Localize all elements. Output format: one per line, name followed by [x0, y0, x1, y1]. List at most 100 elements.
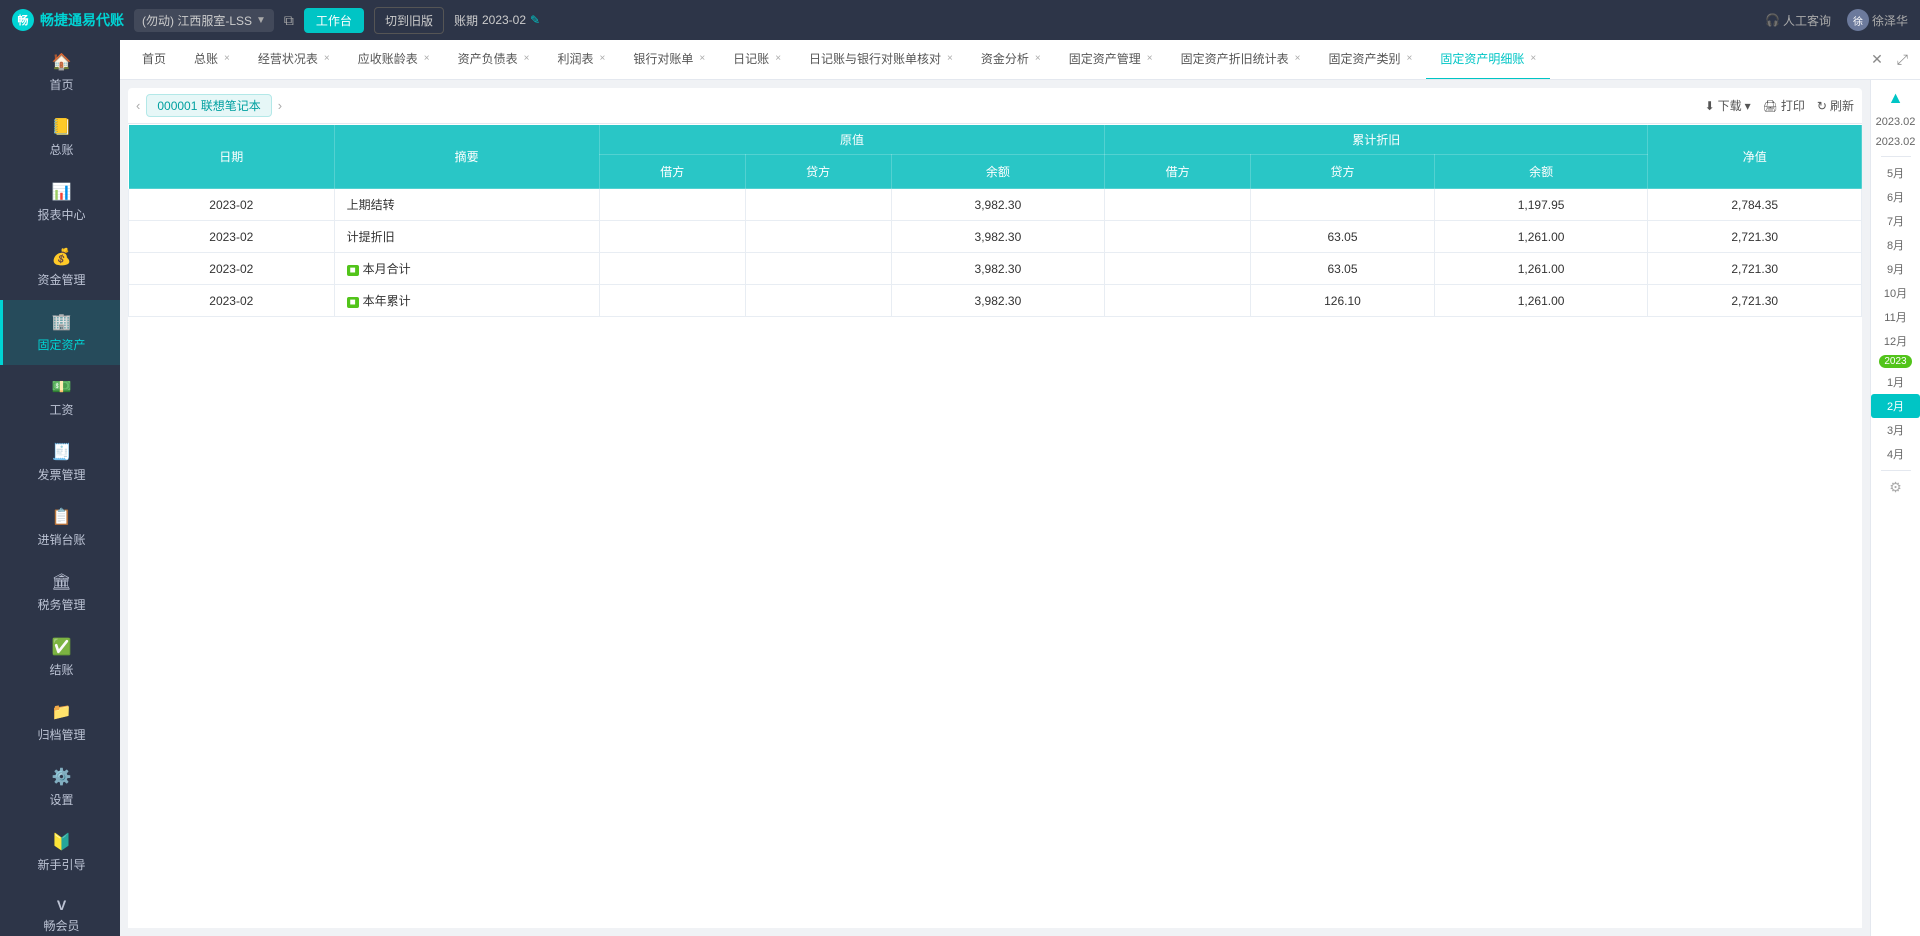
tab-fa-depreciation[interactable]: 固定资产折旧统计表 × — [1167, 40, 1315, 80]
company-selector[interactable]: (勿动) 江西服室-LSS ▼ — [134, 9, 274, 32]
table-row: 2023-02 计提折旧 3,982.30 63.05 1,261.00 2,7… — [129, 221, 1862, 253]
sidebar-item-closing[interactable]: ✅ 结账 — [0, 625, 120, 690]
content-area: 首页 总账 × 经营状况表 × 应收账龄表 × 资产负债表 × 利润表 × — [120, 40, 1920, 936]
month-10[interactable]: 10月 — [1871, 281, 1920, 305]
top-bar-right: 🎧 人工客询 徐 徐泽华 — [1765, 9, 1908, 31]
help-label: 人工客询 — [1783, 12, 1831, 29]
period-edit-icon[interactable]: ✎ — [530, 13, 540, 27]
sidebar-item-invoice[interactable]: 🧾 发票管理 — [0, 430, 120, 495]
print-button[interactable]: 🖨 打印 — [1763, 97, 1805, 114]
tab-balance-close[interactable]: × — [524, 53, 530, 64]
tab-reconcile[interactable]: 日记账与银行对账单核对 × — [795, 40, 967, 80]
month-11[interactable]: 11月 — [1871, 305, 1920, 329]
asset-tag[interactable]: 000001 联想笔记本 — [146, 94, 271, 117]
month-3[interactable]: 3月 — [1871, 418, 1920, 442]
month-9[interactable]: 9月 — [1871, 257, 1920, 281]
year-label-top[interactable]: 2023.02 — [1874, 112, 1918, 132]
tab-business[interactable]: 经营状况表 × — [244, 40, 344, 80]
sidebar-item-funds[interactable]: 💰 资金管理 — [0, 235, 120, 300]
tab-fa-cat-label: 固定资产类别 — [1328, 50, 1400, 67]
cell-accum-credit: 126.10 — [1251, 285, 1435, 317]
sidebar-item-ledger[interactable]: 📒 总账 — [0, 105, 120, 170]
table-container: 日期 摘要 原值 累计折旧 净值 借方 贷方 余额 借方 — [128, 124, 1862, 928]
month-2[interactable]: 2月 — [1871, 394, 1920, 418]
tab-maximize-icon[interactable]: ⤢ — [1893, 49, 1912, 70]
month-7[interactable]: 7月 — [1871, 209, 1920, 233]
month-6[interactable]: 6月 — [1871, 185, 1920, 209]
tab-close-icon[interactable]: ✕ — [1867, 49, 1887, 70]
sidebar-item-payroll[interactable]: 💵 工资 — [0, 365, 120, 430]
cell-accum-balance: 1,197.95 — [1434, 189, 1648, 221]
tab-bank-label: 银行对账单 — [633, 50, 693, 67]
tab-ledger-close[interactable]: × — [224, 53, 230, 64]
tab-business-close[interactable]: × — [324, 53, 330, 64]
month-5[interactable]: 5月 — [1871, 161, 1920, 185]
cell-net-value: 2,784.35 — [1648, 189, 1862, 221]
sidebar-item-settings[interactable]: ⚙️ 设置 — [0, 755, 120, 820]
tab-balance[interactable]: 资产负债表 × — [444, 40, 544, 80]
tab-ledger[interactable]: 总账 × — [180, 40, 244, 80]
tab-fa-cat-close[interactable]: × — [1406, 53, 1412, 64]
nav-prev-icon[interactable]: ‹ — [136, 98, 140, 113]
tab-journal-close[interactable]: × — [775, 53, 781, 64]
tab-fa-mgmt[interactable]: 固定资产管理 × — [1055, 40, 1167, 80]
tab-fa-mgmt-close[interactable]: × — [1147, 53, 1153, 64]
sidebar-item-reports[interactable]: 📊 报表中心 — [0, 170, 120, 235]
download-button[interactable]: ⬇ 下载 ▾ — [1705, 97, 1751, 114]
switch-version-button[interactable]: 切到旧版 — [374, 7, 444, 34]
sales-icon: 📋 — [52, 507, 72, 527]
right-panel-settings-icon[interactable]: ⚙ — [1885, 475, 1906, 500]
year-label-top2[interactable]: 2023.02 — [1874, 132, 1918, 152]
tab-fa-dep-close[interactable]: × — [1295, 53, 1301, 64]
refresh-button[interactable]: ↻ 刷新 — [1817, 97, 1854, 114]
tab-profit[interactable]: 利润表 × — [543, 40, 619, 80]
tab-reconcile-close[interactable]: × — [947, 53, 953, 64]
divider — [1881, 156, 1911, 157]
tab-fund-analysis[interactable]: 资金分析 × — [967, 40, 1055, 80]
user-menu[interactable]: 徐 徐泽华 — [1847, 9, 1908, 31]
closing-icon: ✅ — [52, 637, 72, 657]
month-8[interactable]: 8月 — [1871, 233, 1920, 257]
scroll-up-icon[interactable]: ▲ — [1884, 86, 1908, 112]
month-1[interactable]: 1月 — [1871, 370, 1920, 394]
refresh-label: 刷新 — [1830, 97, 1854, 114]
sidebar-item-home[interactable]: 🏠 首页 — [0, 40, 120, 105]
tab-fa-detail[interactable]: 固定资产明细账 × — [1426, 40, 1550, 80]
top-bar: 畅 畅捷通易代账 (勿动) 江西服室-LSS ▼ ⧉ 工作台 切到旧版 账期 2… — [0, 0, 1920, 40]
tab-journal[interactable]: 日记账 × — [719, 40, 795, 80]
app-logo: 畅 畅捷通易代账 — [12, 9, 124, 31]
tab-bank[interactable]: 银行对账单 × — [619, 40, 719, 80]
workspace-button[interactable]: 工作台 — [304, 8, 364, 33]
cell-date: 2023-02 — [129, 221, 335, 253]
nav-next-icon[interactable]: › — [278, 98, 282, 113]
tab-home[interactable]: 首页 — [128, 40, 180, 80]
sidebar-item-guide[interactable]: 🔰 新手引导 — [0, 820, 120, 885]
refresh-icon: ↻ — [1817, 99, 1827, 113]
tab-fa-category[interactable]: 固定资产类别 × — [1314, 40, 1426, 80]
tab-receivable-close[interactable]: × — [424, 53, 430, 64]
tab-profit-close[interactable]: × — [599, 53, 605, 64]
user-name: 徐泽华 — [1872, 12, 1908, 29]
sidebar-item-tax[interactable]: 🏛 税务管理 — [0, 560, 120, 625]
help-button[interactable]: 🎧 人工客询 — [1765, 12, 1831, 29]
archive-icon: 📁 — [52, 702, 72, 722]
ledger-icon: 📒 — [52, 117, 72, 137]
sidebar-item-fixed-assets[interactable]: 🏢 固定资产 — [0, 300, 120, 365]
sidebar-label-funds: 资金管理 — [37, 271, 85, 288]
sidebar-item-sales[interactable]: 📋 进销台账 — [0, 495, 120, 560]
tab-fund-close[interactable]: × — [1035, 53, 1041, 64]
copy-icon[interactable]: ⧉ — [284, 12, 294, 29]
th-accum-balance: 余额 — [1434, 155, 1648, 189]
tab-receivable[interactable]: 应收账龄表 × — [344, 40, 444, 80]
user-avatar: 徐 — [1847, 9, 1869, 31]
tab-bank-close[interactable]: × — [699, 53, 705, 64]
month-12[interactable]: 12月 — [1871, 329, 1920, 353]
sidebar-item-member[interactable]: V 畅会员 — [0, 885, 120, 936]
month-4[interactable]: 4月 — [1871, 442, 1920, 466]
tab-fa-detail-close[interactable]: × — [1530, 53, 1536, 64]
sidebar-label-ledger: 总账 — [49, 141, 73, 158]
sidebar-item-archive[interactable]: 📁 归档管理 — [0, 690, 120, 755]
asset-nav-right: ⬇ 下载 ▾ 🖨 打印 ↻ 刷新 — [1705, 97, 1854, 114]
cell-note: 计提折旧 — [334, 221, 599, 253]
cell-note: ■本年累计 — [334, 285, 599, 317]
